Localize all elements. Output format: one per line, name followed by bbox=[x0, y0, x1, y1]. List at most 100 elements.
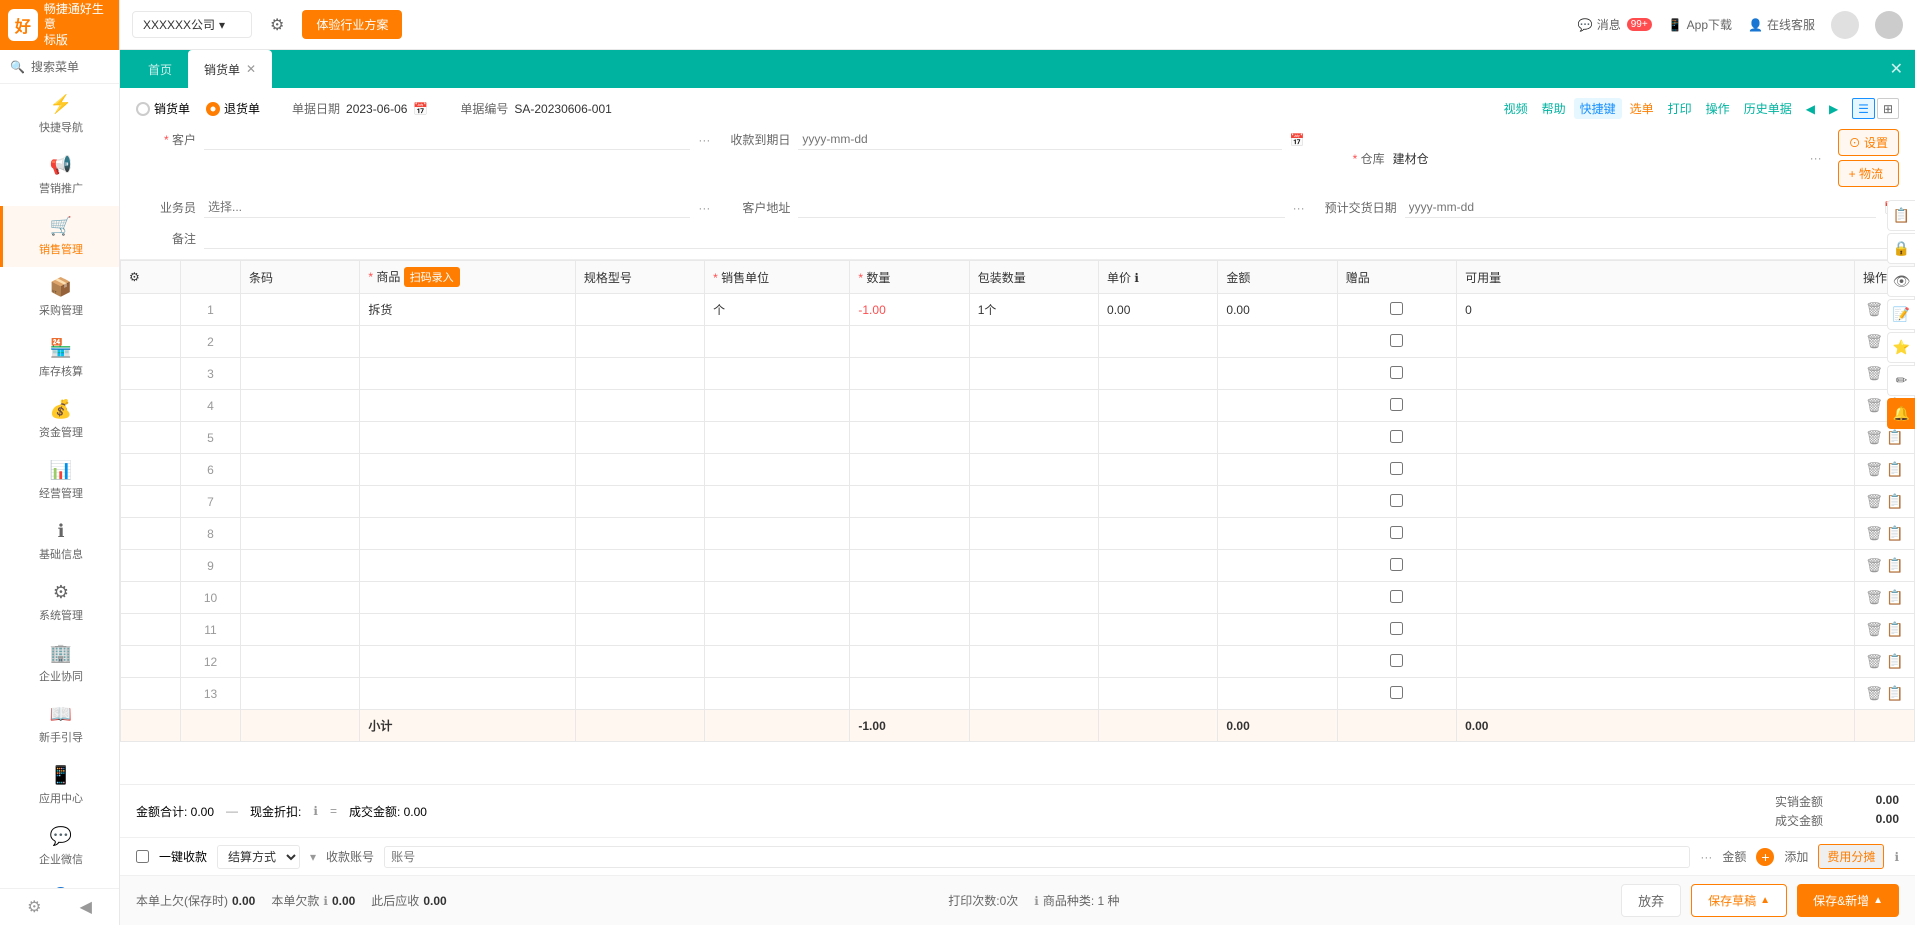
row-barcode[interactable] bbox=[241, 454, 360, 486]
row-unit[interactable] bbox=[705, 422, 850, 454]
row-gift[interactable] bbox=[1337, 550, 1456, 582]
row-barcode[interactable] bbox=[241, 294, 360, 326]
shortcut-btn[interactable]: 快捷键 bbox=[1574, 98, 1622, 119]
row-price[interactable]: 0.00 bbox=[1099, 294, 1218, 326]
sidebar-item-purchase[interactable]: 📦 采购管理 bbox=[0, 267, 119, 328]
row-product[interactable] bbox=[360, 454, 576, 486]
delete-btn[interactable]: 🗑 bbox=[1865, 429, 1883, 446]
row-qty[interactable] bbox=[850, 582, 969, 614]
row-amount[interactable] bbox=[1218, 518, 1337, 550]
row-qty[interactable]: -1.00 bbox=[850, 294, 969, 326]
add-payment-btn[interactable]: + bbox=[1756, 848, 1774, 866]
scan-btn[interactable]: 扫码录入 bbox=[404, 267, 460, 287]
row-barcode[interactable] bbox=[241, 614, 360, 646]
logistics-btn[interactable]: + 物流 bbox=[1838, 160, 1899, 187]
row-gift[interactable] bbox=[1337, 294, 1456, 326]
row-spec[interactable] bbox=[575, 326, 704, 358]
row-spec[interactable] bbox=[575, 390, 704, 422]
row-product[interactable] bbox=[360, 646, 576, 678]
delete-btn[interactable]: 🗑 bbox=[1865, 397, 1883, 414]
delete-btn[interactable]: 🗑 bbox=[1865, 333, 1883, 350]
row-unit[interactable] bbox=[705, 582, 850, 614]
gift-checkbox[interactable] bbox=[1390, 494, 1403, 507]
delete-btn[interactable]: 🗑 bbox=[1865, 365, 1883, 382]
operation-btn[interactable]: 操作 bbox=[1700, 98, 1736, 119]
address-input[interactable] bbox=[798, 197, 1284, 218]
calendar-icon[interactable]: 📅 bbox=[413, 102, 428, 116]
row-barcode[interactable] bbox=[241, 646, 360, 678]
row-gift[interactable] bbox=[1337, 678, 1456, 710]
row-qty[interactable] bbox=[850, 486, 969, 518]
row-price[interactable] bbox=[1099, 326, 1218, 358]
row-gift[interactable] bbox=[1337, 486, 1456, 518]
row-unit[interactable] bbox=[705, 358, 850, 390]
row-product[interactable] bbox=[360, 390, 576, 422]
customer-input[interactable] bbox=[204, 129, 690, 150]
row-product[interactable] bbox=[360, 550, 576, 582]
row-unit[interactable] bbox=[705, 614, 850, 646]
row-pkg-qty[interactable] bbox=[969, 422, 1098, 454]
row-gift[interactable] bbox=[1337, 518, 1456, 550]
sidebar-item-member[interactable]: 👤 畅会员 bbox=[0, 877, 119, 888]
row-amount[interactable] bbox=[1218, 614, 1337, 646]
row-unit[interactable] bbox=[705, 550, 850, 582]
row-amount[interactable] bbox=[1218, 390, 1337, 422]
float-btn-6[interactable]: ✏ bbox=[1887, 365, 1915, 396]
save-draft-btn[interactable]: 保存草稿 ▲ bbox=[1691, 884, 1787, 917]
delete-btn[interactable]: 🗑 bbox=[1865, 301, 1883, 318]
gift-checkbox[interactable] bbox=[1390, 462, 1403, 475]
video-btn[interactable]: 视频 bbox=[1498, 98, 1534, 119]
setting-btn[interactable]: ⊙ 设置 bbox=[1838, 129, 1899, 156]
float-btn-2[interactable]: 🔒 bbox=[1887, 233, 1915, 264]
dots-icon[interactable]: ··· bbox=[1700, 850, 1712, 864]
row-price[interactable] bbox=[1099, 454, 1218, 486]
payment-calendar-icon[interactable]: 📅 bbox=[1290, 133, 1305, 147]
row-gift[interactable] bbox=[1337, 454, 1456, 486]
sidebar-search[interactable]: 🔍 搜索菜单 bbox=[0, 50, 119, 84]
copy-btn[interactable]: 📋 bbox=[1886, 461, 1903, 478]
row-product[interactable] bbox=[360, 678, 576, 710]
list-view-btn[interactable]: ☰ bbox=[1852, 98, 1875, 119]
row-product[interactable] bbox=[360, 518, 576, 550]
tab-home[interactable]: 首页 bbox=[132, 50, 188, 88]
row-unit[interactable] bbox=[705, 390, 850, 422]
row-price[interactable] bbox=[1099, 422, 1218, 454]
help-btn[interactable]: 帮助 bbox=[1536, 98, 1572, 119]
row-price[interactable] bbox=[1099, 582, 1218, 614]
sidebar-item-operations[interactable]: 📊 经营管理 bbox=[0, 450, 119, 511]
app-download-item[interactable]: 📱 App下载 bbox=[1668, 16, 1732, 33]
row-spec[interactable] bbox=[575, 582, 704, 614]
row-price[interactable] bbox=[1099, 390, 1218, 422]
row-barcode[interactable] bbox=[241, 518, 360, 550]
copy-btn[interactable]: 📋 bbox=[1886, 589, 1903, 606]
print-btn[interactable]: 打印 bbox=[1662, 98, 1698, 119]
row-gift[interactable] bbox=[1337, 646, 1456, 678]
row-amount[interactable] bbox=[1218, 422, 1337, 454]
float-btn-7[interactable]: 🔔 bbox=[1887, 398, 1915, 429]
row-amount[interactable] bbox=[1218, 646, 1337, 678]
row-spec[interactable] bbox=[575, 486, 704, 518]
row-unit[interactable] bbox=[705, 646, 850, 678]
next-btn[interactable]: ▶ bbox=[1823, 98, 1844, 119]
delete-btn[interactable]: 🗑 bbox=[1865, 589, 1883, 606]
row-gift[interactable] bbox=[1337, 358, 1456, 390]
sidebar-item-sales[interactable]: 🛒 销售管理 bbox=[0, 206, 119, 267]
trial-button[interactable]: 体验行业方案 bbox=[302, 10, 402, 39]
row-qty[interactable] bbox=[850, 390, 969, 422]
prev-btn[interactable]: ◀ bbox=[1800, 98, 1821, 119]
sidebar-item-finance[interactable]: 💰 资金管理 bbox=[0, 389, 119, 450]
tab-close-icon[interactable]: ✕ bbox=[246, 62, 256, 76]
expense-split-btn[interactable]: 费用分摊 bbox=[1818, 844, 1884, 869]
salesperson-input[interactable] bbox=[204, 197, 690, 218]
sidebar-item-guide[interactable]: 📖 新手引导 bbox=[0, 694, 119, 755]
row-unit[interactable] bbox=[705, 518, 850, 550]
row-price[interactable] bbox=[1099, 518, 1218, 550]
gift-checkbox[interactable] bbox=[1390, 302, 1403, 315]
row-spec[interactable] bbox=[575, 294, 704, 326]
address-dots[interactable]: ··· bbox=[1293, 201, 1305, 215]
row-amount[interactable] bbox=[1218, 486, 1337, 518]
avatar[interactable] bbox=[1831, 11, 1859, 39]
copy-btn[interactable]: 📋 bbox=[1886, 525, 1903, 542]
row-spec[interactable] bbox=[575, 550, 704, 582]
row-pkg-qty[interactable] bbox=[969, 614, 1098, 646]
